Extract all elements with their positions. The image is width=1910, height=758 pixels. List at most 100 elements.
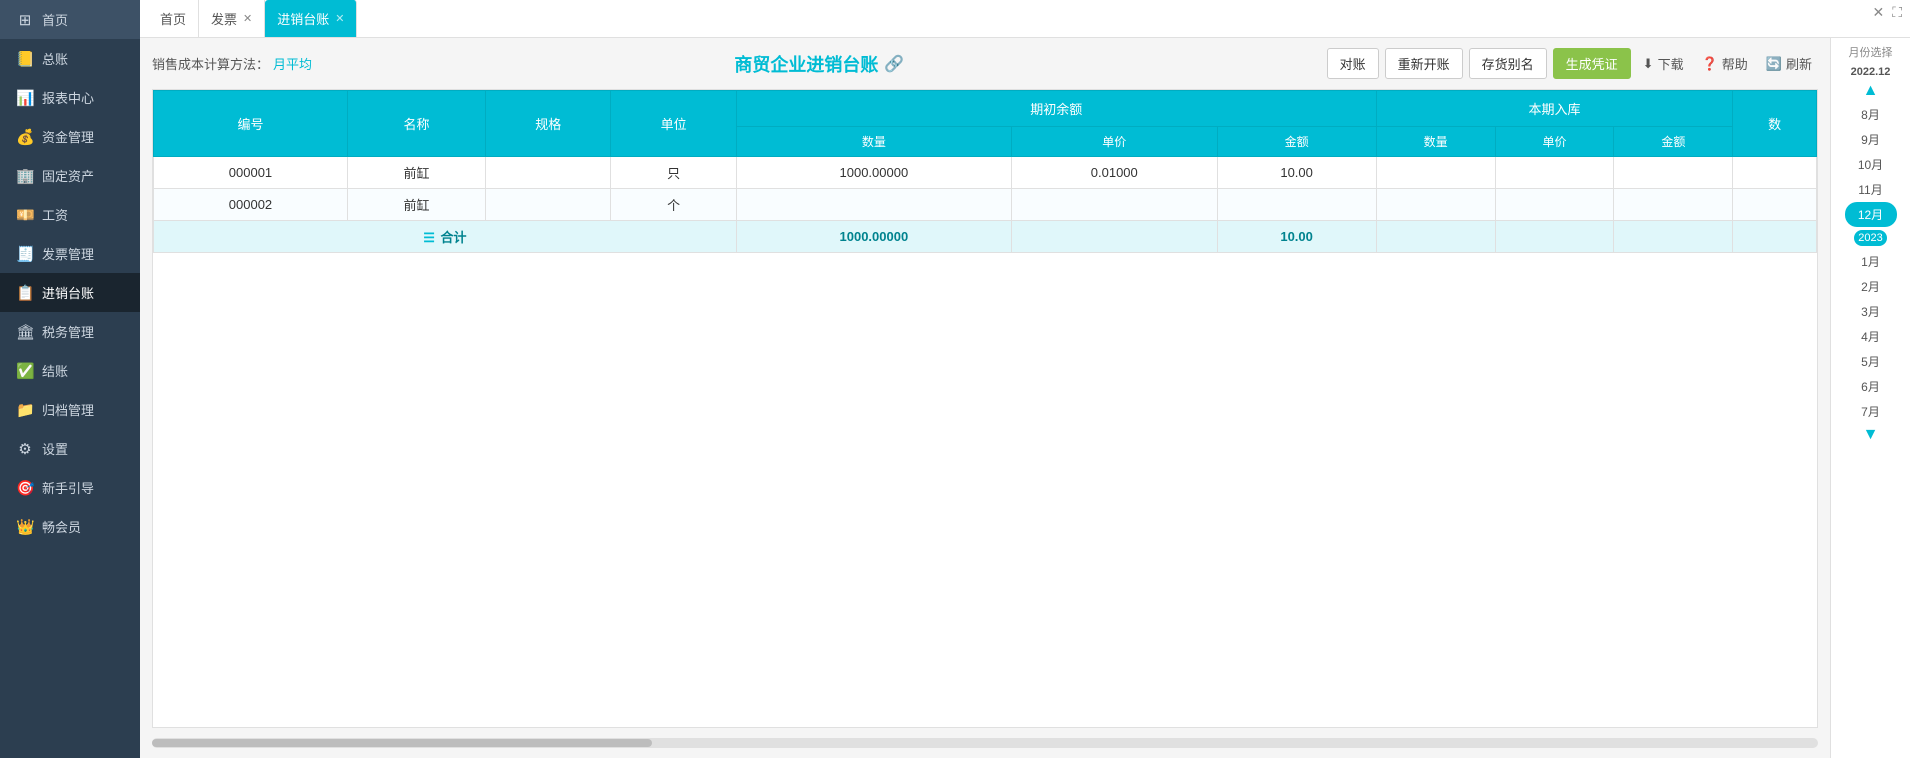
col-header-spec: 规格 bbox=[486, 91, 611, 157]
sidebar-label-invoice-mgmt: 发票管理 bbox=[42, 244, 94, 263]
scrollbar-thumb[interactable] bbox=[152, 739, 652, 747]
cell-in-amount bbox=[1614, 157, 1733, 189]
cost-method-value: 月平均 bbox=[273, 54, 312, 73]
col-header-qichu: 期初余额 bbox=[736, 91, 1376, 127]
month-item-1[interactable]: 1月 bbox=[1845, 249, 1897, 274]
window-maximize-button[interactable]: ⛶ bbox=[1892, 4, 1902, 21]
sidebar-item-vip[interactable]: 👑 畅会员 bbox=[0, 507, 140, 546]
sidebar-item-salary[interactable]: 💴 工资 bbox=[0, 195, 140, 234]
year-2023-marker: 2023 bbox=[1854, 230, 1886, 246]
sidebar: ⊞ 首页 📒 总账 📊 报表中心 💰 资金管理 🏢 固定资产 💴 工资 🧾 发票… bbox=[0, 0, 140, 758]
reports-icon: 📊 bbox=[16, 89, 34, 107]
tab-purchase-sales-close[interactable]: ✕ bbox=[335, 12, 344, 25]
assets-icon: 🏢 bbox=[16, 167, 34, 185]
sidebar-item-assets[interactable]: 🏢 固定资产 bbox=[0, 156, 140, 195]
refresh-button[interactable]: 🔄 刷新 bbox=[1760, 49, 1818, 78]
month-item-8[interactable]: 8月 bbox=[1845, 102, 1897, 127]
refresh-icon: 🔄 bbox=[1766, 56, 1782, 72]
total-text: 合计 bbox=[441, 230, 467, 245]
cost-method-label: 销售成本计算方法： bbox=[152, 54, 269, 73]
month-item-2[interactable]: 2月 bbox=[1845, 274, 1897, 299]
reconcile-button[interactable]: 对账 bbox=[1327, 48, 1379, 79]
content-area: 销售成本计算方法： 月平均 商贸企业进销台账 🔗 对账 重新开账 存货别名 生成… bbox=[140, 38, 1830, 758]
sidebar-label-vip: 畅会员 bbox=[42, 517, 81, 536]
tab-home[interactable]: 首页 bbox=[148, 0, 199, 37]
total-in-qty bbox=[1376, 221, 1495, 253]
col-header-extra: 数 bbox=[1733, 91, 1817, 157]
month-scroll-up[interactable]: ▲ bbox=[1863, 80, 1879, 102]
download-button[interactable]: ⬇ 下载 bbox=[1637, 49, 1690, 78]
cell-spec bbox=[486, 189, 611, 221]
cell-extra bbox=[1733, 157, 1817, 189]
sidebar-item-ledger[interactable]: 📒 总账 bbox=[0, 39, 140, 78]
total-qi-amount: 10.00 bbox=[1217, 221, 1376, 253]
month-item-7[interactable]: 7月 bbox=[1845, 399, 1897, 424]
month-item-12[interactable]: 12月 bbox=[1845, 202, 1897, 227]
month-item-3[interactable]: 3月 bbox=[1845, 299, 1897, 324]
total-qi-price bbox=[1011, 221, 1217, 253]
month-item-4[interactable]: 4月 bbox=[1845, 324, 1897, 349]
cell-qi-qty bbox=[736, 189, 1011, 221]
funds-icon: 💰 bbox=[16, 128, 34, 146]
sidebar-item-settings[interactable]: ⚙ 设置 bbox=[0, 429, 140, 468]
col-sub-qichu-qty: 数量 bbox=[736, 127, 1011, 157]
tab-bar: 首页 发票 ✕ 进销台账 ✕ ✕ ⛶ bbox=[140, 0, 1910, 38]
sidebar-item-checkout[interactable]: ✅ 结账 bbox=[0, 351, 140, 390]
table-container: 编号 名称 规格 单位 期初余额 本期入库 数 数量 单价 金额 数 bbox=[152, 89, 1818, 728]
tab-purchase-sales[interactable]: 进销台账 ✕ bbox=[265, 0, 357, 37]
ledger-icon: 📒 bbox=[16, 50, 34, 68]
horizontal-scrollbar[interactable] bbox=[152, 738, 1818, 748]
cell-name: 前缸 bbox=[347, 157, 485, 189]
col-header-unit: 单位 bbox=[611, 91, 736, 157]
sidebar-label-settings: 设置 bbox=[42, 439, 68, 458]
cell-id: 000002 bbox=[154, 189, 348, 221]
sidebar-label-archive: 归档管理 bbox=[42, 400, 94, 419]
cell-unit: 个 bbox=[611, 189, 736, 221]
tab-invoice-close[interactable]: ✕ bbox=[243, 12, 252, 25]
tab-invoice-label: 发票 bbox=[211, 9, 237, 28]
generate-button[interactable]: 生成凭证 bbox=[1553, 48, 1631, 79]
salary-icon: 💴 bbox=[16, 206, 34, 224]
month-item-9[interactable]: 9月 bbox=[1845, 127, 1897, 152]
help-label: 帮助 bbox=[1722, 54, 1748, 73]
sidebar-item-home[interactable]: ⊞ 首页 bbox=[0, 0, 140, 39]
sidebar-item-reports[interactable]: 📊 报表中心 bbox=[0, 78, 140, 117]
month-item-10[interactable]: 10月 bbox=[1845, 152, 1897, 177]
table-row[interactable]: 000001 前缸 只 1000.00000 0.01000 10.00 bbox=[154, 157, 1817, 189]
sidebar-item-guide[interactable]: 🎯 新手引导 bbox=[0, 468, 140, 507]
page-title: 商贸企业进销台账 🔗 bbox=[312, 51, 1327, 77]
tab-invoice[interactable]: 发票 ✕ bbox=[199, 0, 265, 37]
month-item-6[interactable]: 6月 bbox=[1845, 374, 1897, 399]
help-icon: ❓ bbox=[1702, 56, 1718, 72]
action-buttons: 对账 重新开账 存货别名 生成凭证 ⬇ 下载 ❓ 帮助 🔄 刷新 bbox=[1327, 48, 1818, 79]
month-item-11[interactable]: 11月 bbox=[1845, 177, 1897, 202]
download-icon: ⬇ bbox=[1643, 56, 1654, 72]
reopen-button[interactable]: 重新开账 bbox=[1385, 48, 1463, 79]
invoice-mgmt-icon: 🧾 bbox=[16, 245, 34, 263]
sidebar-item-archive[interactable]: 📁 归档管理 bbox=[0, 390, 140, 429]
help-button[interactable]: ❓ 帮助 bbox=[1696, 49, 1754, 78]
window-close-button[interactable]: ✕ bbox=[1872, 4, 1884, 21]
total-row: ☰ 合计 1000.00000 10.00 bbox=[154, 221, 1817, 253]
sidebar-label-home: 首页 bbox=[42, 10, 68, 29]
month-scroll-down[interactable]: ▼ bbox=[1863, 424, 1879, 446]
month-panel: 月份选择 2022.12 ▲ 8月 9月 10月 11月 12月 2023 1月… bbox=[1830, 38, 1910, 758]
title-info-icon[interactable]: 🔗 bbox=[884, 54, 904, 74]
toolbar-row: 销售成本计算方法： 月平均 商贸企业进销台账 🔗 对账 重新开账 存货别名 生成… bbox=[152, 48, 1818, 79]
cell-unit: 只 bbox=[611, 157, 736, 189]
month-item-5[interactable]: 5月 bbox=[1845, 349, 1897, 374]
cell-in-price bbox=[1495, 189, 1614, 221]
sidebar-item-tax[interactable]: 🏛 税务管理 bbox=[0, 312, 140, 351]
table-row[interactable]: 000002 前缸 个 bbox=[154, 189, 1817, 221]
bottom-scroll-area bbox=[152, 728, 1818, 758]
cell-in-qty bbox=[1376, 157, 1495, 189]
download-label: 下载 bbox=[1658, 54, 1684, 73]
sidebar-item-purchase-sales[interactable]: 📋 进销台账 bbox=[0, 273, 140, 312]
col-sub-qichu-price: 单价 bbox=[1011, 127, 1217, 157]
sidebar-item-funds[interactable]: 💰 资金管理 bbox=[0, 117, 140, 156]
home-icon: ⊞ bbox=[16, 11, 34, 29]
vip-icon: 👑 bbox=[16, 518, 34, 536]
save-as-button[interactable]: 存货别名 bbox=[1469, 48, 1547, 79]
col-sub-benqi-price: 单价 bbox=[1495, 127, 1614, 157]
sidebar-item-invoice-mgmt[interactable]: 🧾 发票管理 bbox=[0, 234, 140, 273]
